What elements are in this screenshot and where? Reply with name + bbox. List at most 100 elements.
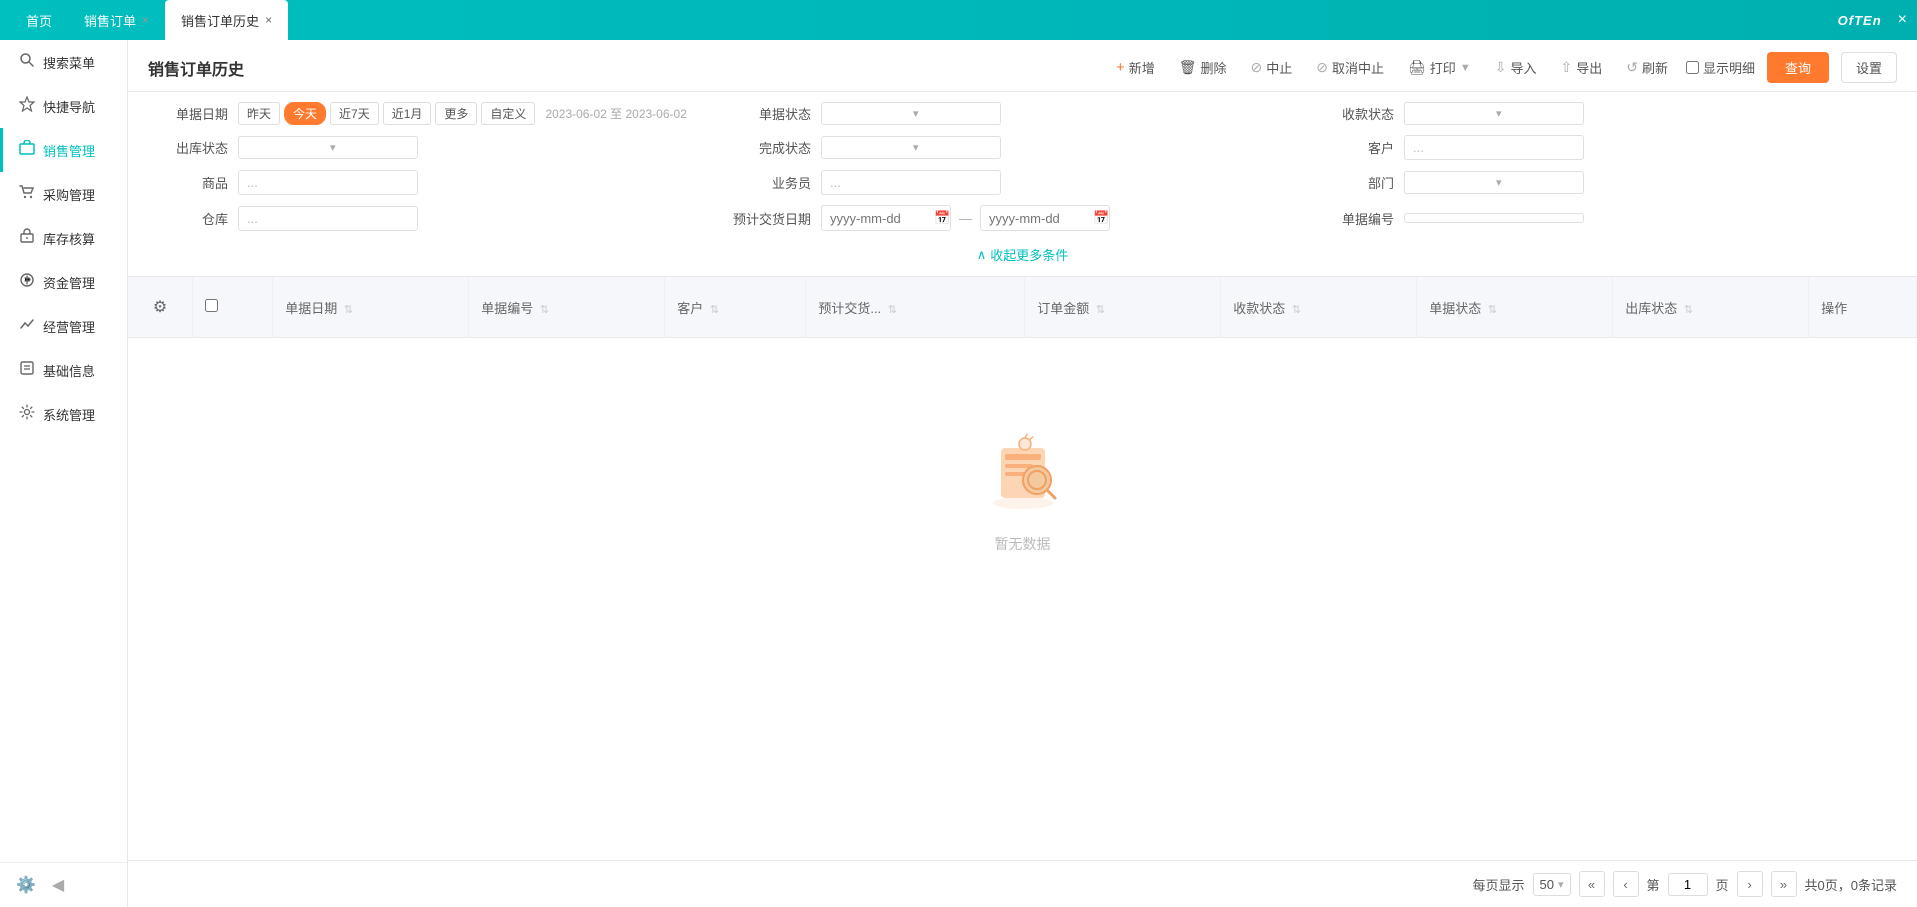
sidebar-item-finance[interactable]: 资金管理 bbox=[0, 260, 127, 304]
empty-state: 暂无数据 bbox=[128, 338, 1917, 634]
delivery-status-control: ▾ bbox=[238, 136, 731, 159]
select-all-checkbox[interactable] bbox=[205, 299, 218, 312]
warehouse-control: ... bbox=[238, 206, 731, 231]
settings-bottom-icon[interactable]: ⚙️ bbox=[16, 875, 36, 895]
tab-home[interactable]: 首页 bbox=[10, 0, 68, 40]
page-number-input[interactable] bbox=[1668, 873, 1708, 896]
col-delivery-date[interactable]: 预计交货... ⇅ bbox=[806, 277, 1025, 338]
table-settings-button[interactable]: ⚙ bbox=[140, 287, 180, 327]
setting-button[interactable]: 设置 bbox=[1841, 52, 1897, 83]
export-button[interactable]: ⇧ 导出 bbox=[1554, 54, 1608, 81]
sidebar-item-business[interactable]: 经营管理 bbox=[0, 304, 127, 348]
payment-status-select[interactable]: ▾ bbox=[1404, 102, 1584, 125]
show-detail-checkbox-label[interactable]: 显示明细 bbox=[1686, 58, 1755, 77]
date-btn-today[interactable]: 今天 bbox=[284, 102, 326, 125]
delivery-status-dropdown-icon: ▾ bbox=[330, 141, 409, 154]
sidebar-item-system[interactable]: 系统管理 bbox=[0, 392, 127, 436]
date-btn-custom[interactable]: 自定义 bbox=[481, 102, 535, 125]
show-detail-checkbox[interactable] bbox=[1686, 61, 1699, 74]
page-suffix-label: 页 bbox=[1716, 875, 1729, 894]
col-action: 操作 bbox=[1809, 277, 1917, 338]
collapse-filter-row[interactable]: ∧ 收起更多条件 bbox=[148, 241, 1897, 266]
page-header: 销售订单历史 + 新增 🗑 删除 ⊘ 中止 ⊘ 取消中止 bbox=[128, 40, 1917, 92]
delivery-date-to-input[interactable] bbox=[989, 211, 1089, 226]
next-page-button[interactable]: › bbox=[1737, 871, 1763, 897]
bill-no-input[interactable] bbox=[1404, 213, 1584, 223]
sort-date-icon: ⇅ bbox=[344, 304, 353, 316]
prev-page-button[interactable]: ‹ bbox=[1613, 871, 1639, 897]
collapse-sidebar-icon[interactable]: ◀ bbox=[52, 875, 64, 895]
basic-info-icon bbox=[19, 360, 35, 380]
sidebar-item-search[interactable]: 搜索菜单 bbox=[0, 40, 127, 84]
complete-status-select[interactable]: ▾ bbox=[821, 136, 1001, 159]
col-date[interactable]: 单据日期 ⇅ bbox=[273, 277, 469, 338]
delivery-date-from[interactable]: 📅 bbox=[821, 205, 951, 231]
collapse-up-icon: ∧ bbox=[977, 247, 987, 263]
cancel-stop-button[interactable]: ⊘ 取消中止 bbox=[1310, 54, 1390, 81]
bill-status-dropdown-icon: ▾ bbox=[913, 107, 992, 120]
first-page-button[interactable]: « bbox=[1579, 871, 1605, 897]
date-btn-1month[interactable]: 近1月 bbox=[383, 102, 432, 125]
col-payment-status[interactable]: 收款状态 ⇅ bbox=[1221, 277, 1417, 338]
tab-sales-order[interactable]: 销售订单 × bbox=[68, 0, 165, 40]
sidebar-item-sales-label: 销售管理 bbox=[43, 141, 95, 160]
tab-sales-order-history[interactable]: 销售订单历史 × bbox=[165, 0, 288, 40]
sidebar-item-basic-info[interactable]: 基础信息 bbox=[0, 348, 127, 392]
goods-input[interactable]: ... bbox=[238, 170, 418, 195]
stop-button[interactable]: ⊘ 中止 bbox=[1245, 54, 1299, 81]
page-title: 销售订单历史 bbox=[148, 56, 244, 80]
salesman-label: 业务员 bbox=[731, 173, 821, 192]
sort-payment-status-icon: ⇅ bbox=[1292, 304, 1301, 316]
new-icon: + bbox=[1116, 59, 1125, 76]
page-size-select[interactable]: 50 ▾ bbox=[1533, 873, 1571, 896]
date-quick-btns: 昨天 今天 近7天 近1月 更多 自定义 bbox=[238, 102, 535, 125]
warehouse-input[interactable]: ... bbox=[238, 206, 418, 231]
sidebar-item-purchase[interactable]: 采购管理 bbox=[0, 172, 127, 216]
business-icon bbox=[19, 316, 35, 336]
sort-bill-status-icon: ⇅ bbox=[1488, 304, 1497, 316]
date-btn-7days[interactable]: 近7天 bbox=[330, 102, 379, 125]
salesman-control: ... bbox=[821, 170, 1314, 195]
col-bill-no[interactable]: 单据编号 ⇅ bbox=[469, 277, 665, 338]
date-btn-yesterday[interactable]: 昨天 bbox=[238, 102, 280, 125]
bill-status-control: ▾ bbox=[821, 102, 1314, 125]
sidebar-item-search-label: 搜索菜单 bbox=[43, 53, 95, 72]
delete-button[interactable]: 🗑 删除 bbox=[1173, 54, 1233, 81]
dept-control: ▾ bbox=[1404, 171, 1897, 194]
col-amount[interactable]: 订单金额 ⇅ bbox=[1025, 277, 1221, 338]
query-button[interactable]: 查询 bbox=[1767, 52, 1829, 83]
refresh-button[interactable]: ↺ 刷新 bbox=[1620, 54, 1674, 81]
filter-row-1: 单据日期 昨天 今天 近7天 近1月 更多 自定义 2023-06-02 至 2… bbox=[148, 102, 1897, 125]
col-bill-status[interactable]: 单据状态 ⇅ bbox=[1417, 277, 1613, 338]
col-customer[interactable]: 客户 ⇅ bbox=[665, 277, 806, 338]
delivery-date-from-input[interactable] bbox=[830, 211, 930, 226]
dept-select[interactable]: ▾ bbox=[1404, 171, 1584, 194]
page-size-value: 50 bbox=[1540, 877, 1554, 892]
close-tab-sales-order[interactable]: × bbox=[142, 13, 149, 27]
salesman-input[interactable]: ... bbox=[821, 170, 1001, 195]
sidebar-item-system-label: 系统管理 bbox=[43, 405, 95, 424]
customer-input[interactable]: ... bbox=[1404, 135, 1584, 160]
sales-icon bbox=[19, 140, 35, 160]
import-button[interactable]: ⇩ 导入 bbox=[1489, 54, 1543, 81]
print-button[interactable]: 🖨 打印 ▼ bbox=[1402, 54, 1477, 81]
sidebar-item-inventory[interactable]: 库存核算 bbox=[0, 216, 127, 260]
col-delivery-status[interactable]: 出库状态 ⇅ bbox=[1613, 277, 1809, 338]
close-tab-sales-order-history[interactable]: × bbox=[265, 13, 272, 27]
window-close-button[interactable]: × bbox=[1898, 11, 1907, 29]
bill-status-select[interactable]: ▾ bbox=[821, 102, 1001, 125]
top-bar-right: OfTEn × bbox=[1838, 11, 1907, 29]
sidebar-item-sales[interactable]: 销售管理 bbox=[0, 128, 127, 172]
top-bar: 首页 销售订单 × 销售订单历史 × OfTEn × bbox=[0, 0, 1917, 40]
sidebar-item-quick-nav[interactable]: 快捷导航 bbox=[0, 84, 127, 128]
last-page-button[interactable]: » bbox=[1771, 871, 1797, 897]
delivery-date-to[interactable]: 📅 bbox=[980, 205, 1110, 231]
page-size-dropdown-icon: ▾ bbox=[1558, 878, 1564, 891]
new-button[interactable]: + 新增 bbox=[1110, 54, 1161, 81]
sidebar-item-business-label: 经营管理 bbox=[43, 317, 95, 336]
date-btn-more[interactable]: 更多 bbox=[435, 102, 477, 125]
delivery-date-label: 预计交货日期 bbox=[731, 209, 821, 228]
stop-icon: ⊘ bbox=[1251, 59, 1263, 76]
delivery-status-select[interactable]: ▾ bbox=[238, 136, 418, 159]
date-label: 单据日期 bbox=[148, 104, 238, 123]
